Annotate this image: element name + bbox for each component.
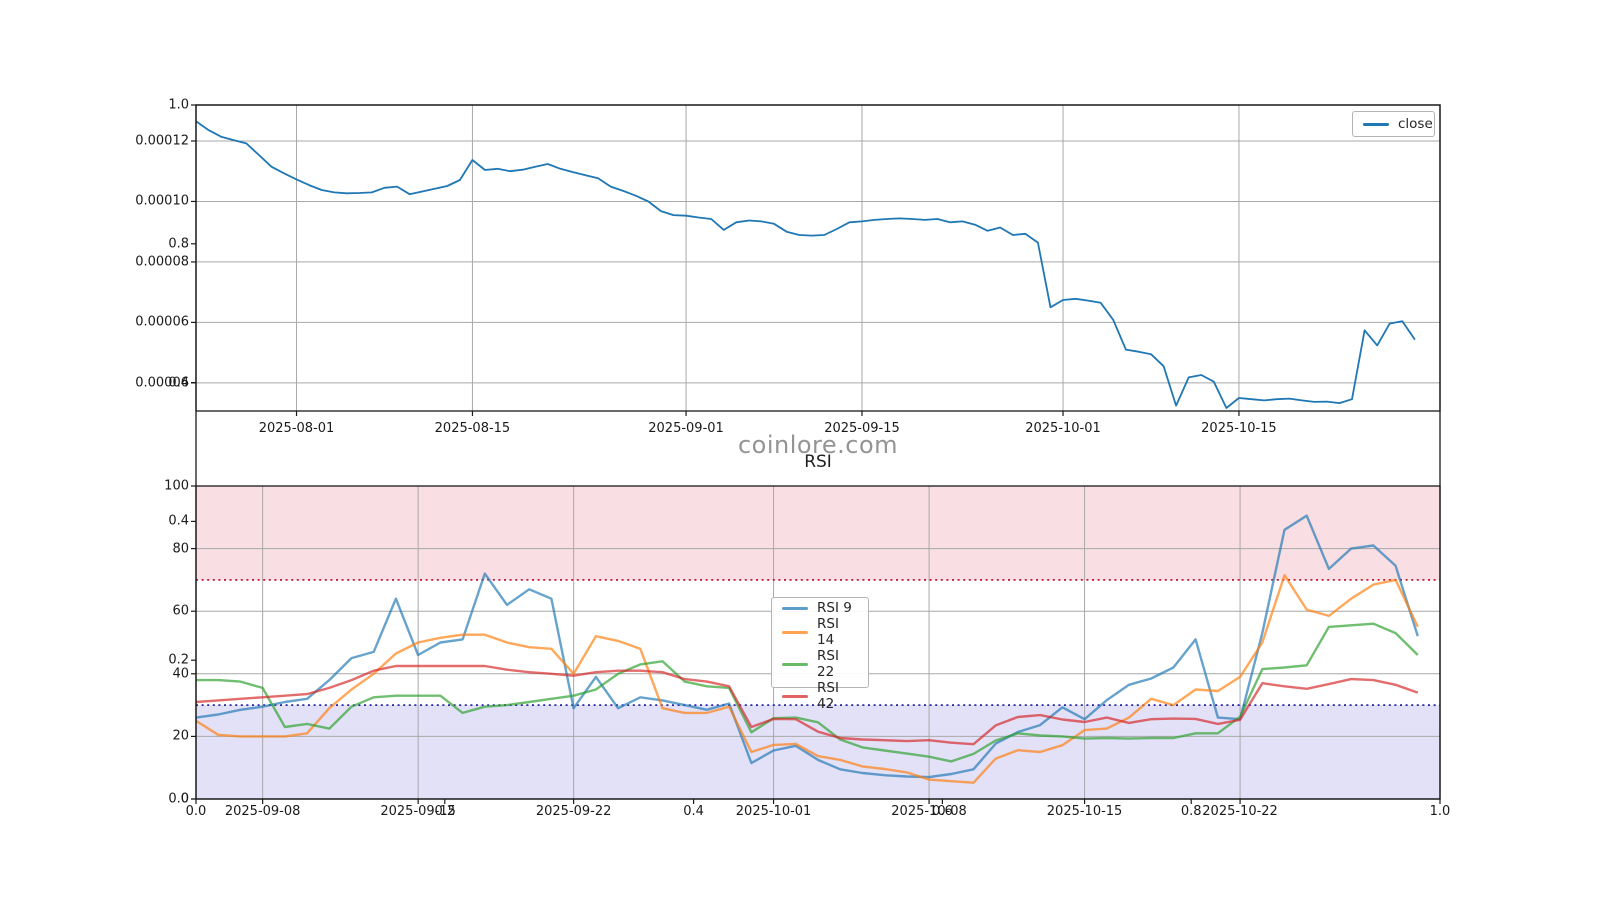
rsi-x-tick-label: 2025-10-22 xyxy=(1202,804,1278,819)
overlay-y-tick-label: 0.6 xyxy=(168,375,189,391)
rsi-y-tick-label: 40 xyxy=(172,666,189,682)
legend-row-close: close xyxy=(1363,116,1433,132)
price-y-tick-label: 0.00006 xyxy=(135,314,189,330)
price-x-tick-label: 2025-09-01 xyxy=(648,421,724,436)
overlay-x-tick-label: 0.6 xyxy=(932,804,953,819)
overlay-y-tick-label: 0.8 xyxy=(168,236,189,252)
rsi-x-tick-label: 2025-10-08 xyxy=(891,804,967,819)
rsi14-line-swatch xyxy=(782,630,808,634)
price-x-tick-label: 2025-10-15 xyxy=(1201,421,1277,436)
rsi22-line-swatch xyxy=(782,662,808,666)
overlay-y-tick-label: 0.0 xyxy=(168,791,189,807)
figure: coinlore.com RSI close RSI 9 RSI 14 RSI … xyxy=(0,0,1600,900)
price-axes-frame xyxy=(195,104,1441,412)
rsi-legend: RSI 9 RSI 14 RSI 22 RSI 42 xyxy=(771,597,869,712)
rsi-x-tick-label: 2025-10-15 xyxy=(1046,804,1123,819)
legend-row-rsi14: RSI 14 xyxy=(782,616,858,648)
close-line-swatch xyxy=(1363,122,1389,126)
legend-row-rsi9: RSI 9 xyxy=(782,600,858,616)
price-y-tick-label: 0.00010 xyxy=(135,193,189,209)
legend-row-rsi22: RSI 22 xyxy=(782,648,858,680)
legend-label-rsi42: RSI 42 xyxy=(817,680,839,712)
rsi-x-tick-label: 2025-09-08 xyxy=(224,804,301,819)
rsi-y-tick-label: 60 xyxy=(172,603,189,619)
rsi-y-tick-label: 20 xyxy=(172,728,189,744)
price-legend: close xyxy=(1352,111,1435,137)
legend-label-rsi22: RSI 22 xyxy=(817,648,839,680)
overlay-y-tick-label: 0.4 xyxy=(168,513,189,529)
rsi9-line-swatch xyxy=(782,606,808,610)
rsi-y-tick-label: 80 xyxy=(172,541,189,557)
price-y-tick-label: 0.00008 xyxy=(135,254,189,270)
overlay-y-tick-label: 0.2 xyxy=(168,652,189,668)
overbought-band xyxy=(196,486,1440,580)
rsi-y-tick-label: 100 xyxy=(164,478,189,494)
overlay-x-tick-label: 0.2 xyxy=(434,804,456,819)
legend-label-close: close xyxy=(1398,116,1433,132)
price-x-tick-label: 2025-08-15 xyxy=(434,421,511,436)
rsi-x-tick-label: 2025-09-22 xyxy=(535,804,612,819)
rsi42-line-swatch xyxy=(782,694,808,698)
price-x-tick-label: 2025-10-01 xyxy=(1025,421,1101,436)
overlay-y-tick-label: 1.0 xyxy=(168,97,189,113)
rsi-chart-title: RSI xyxy=(804,452,832,472)
oversold-band xyxy=(196,705,1440,799)
overlay-x-tick-label: 1.0 xyxy=(1429,804,1451,819)
legend-label-rsi9: RSI 9 xyxy=(817,600,852,616)
close-line xyxy=(195,120,1416,409)
legend-label-rsi14: RSI 14 xyxy=(817,616,839,648)
price-x-tick-label: 2025-09-15 xyxy=(824,421,900,436)
legend-row-rsi42: RSI 42 xyxy=(782,680,858,712)
price-y-tick-label: 0.00012 xyxy=(135,133,189,149)
price-x-tick-label: 2025-08-01 xyxy=(258,421,335,436)
overlay-x-tick-label: 0.8 xyxy=(1180,804,1202,819)
overlay-x-tick-label: 0.4 xyxy=(683,804,704,819)
rsi-x-tick-label: 2025-10-01 xyxy=(735,804,812,819)
